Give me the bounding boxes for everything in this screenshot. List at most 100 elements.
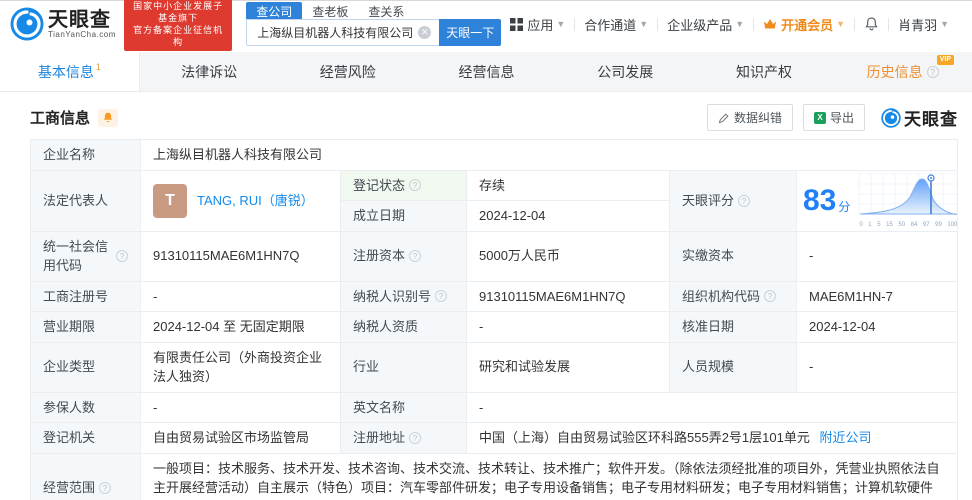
gov-certification-badge: 国家中小企业发展子基金旗下 官方备案企业征信机构 [124, 0, 232, 51]
excel-icon: X [814, 112, 826, 124]
tianyancha-logo[interactable]: 天眼查 TianYanCha.com [10, 7, 116, 41]
search-area: 查公司 查老板 查关系 ✕ 天眼一下 [246, 2, 501, 46]
table-row: 法定代表人 T TANG, RUI（唐锐） 登记状态? 存续 天眼评分? 83 … [31, 170, 958, 201]
field-label: 法定代表人 [31, 170, 141, 231]
score-distribution-chart: 01 515 5084 9799 100 [858, 173, 958, 229]
field-label: 成立日期 [341, 201, 467, 232]
reg-status-value: 存续 [467, 170, 670, 201]
logo-title: 天眼查 [48, 10, 116, 30]
nav-enterprise-products[interactable]: 企业级产品▼ [658, 15, 753, 34]
company-type-value: 有限责任公司（外商投资企业法人独资） [141, 342, 341, 392]
export-button[interactable]: X 导出 [803, 104, 865, 131]
chevron-down-icon: ▼ [735, 19, 744, 29]
crown-icon [763, 18, 777, 30]
score-cell[interactable]: 83 分 [797, 170, 958, 231]
help-icon[interactable]: ? [927, 66, 939, 78]
table-row: 参保人数 - 英文名称 - [31, 392, 958, 423]
field-label: 注册地址? [341, 423, 467, 454]
reg-address-cell: 中国（上海）自由贸易试验区环科路555弄2号1层101单元 附近公司 [467, 423, 958, 454]
field-label: 经营范围? [31, 453, 141, 500]
tab-business-info[interactable]: 经营信息 [417, 52, 556, 91]
nav-cooperation[interactable]: 合作通道▼ [575, 15, 657, 34]
legal-rep-cell: T TANG, RUI（唐锐） [141, 170, 341, 231]
business-scope-value: 一般项目：技术服务、技术开发、技术咨询、技术交流、技术转让、技术推广；软件开发。… [141, 453, 958, 500]
table-row: 登记机关 自由贸易试验区市场监管局 注册地址? 中国（上海）自由贸易试验区环科路… [31, 423, 958, 454]
help-icon[interactable]: ? [409, 432, 421, 444]
reg-authority-value: 自由贸易试验区市场监管局 [141, 423, 341, 454]
nav-open-vip[interactable]: 开通会员▼ [754, 15, 854, 34]
nearby-companies-link[interactable]: 附近公司 [819, 430, 871, 445]
top-header: 天眼查 TianYanCha.com 国家中小企业发展子基金旗下 官方备案企业征… [0, 1, 972, 47]
field-label: 纳税人识别号? [341, 281, 467, 312]
chevron-down-icon: ▼ [940, 19, 949, 29]
vip-badge: VIP [937, 55, 954, 65]
nav-user-account[interactable]: 肖青羽▼ [889, 15, 958, 34]
bell-icon [864, 16, 879, 32]
field-label: 行业 [341, 342, 467, 392]
tab-history-info[interactable]: VIP 历史信息? [833, 52, 972, 91]
nav-apps[interactable]: 应用▼ [501, 15, 574, 34]
help-icon[interactable]: ? [435, 290, 447, 302]
data-correction-button[interactable]: 数据纠错 [707, 104, 793, 131]
tab-company-development[interactable]: 公司发展 [556, 52, 695, 91]
paid-capital-value: - [797, 231, 958, 281]
legal-rep-link[interactable]: TANG, RUI（唐锐） [197, 191, 314, 211]
field-label: 英文名称 [341, 392, 467, 423]
table-row: 企业类型 有限责任公司（外商投资企业法人独资） 行业 研究和试验发展 人员规模 … [31, 342, 958, 392]
company-name-value: 上海纵目机器人科技有限公司 [141, 140, 958, 171]
search-tab-boss[interactable]: 查老板 [302, 2, 358, 19]
help-icon[interactable]: ? [99, 482, 111, 494]
notification-bell[interactable] [855, 16, 888, 32]
tab-business-risk[interactable]: 经营风险 [278, 52, 417, 91]
approval-date-value: 2024-12-04 [797, 312, 958, 343]
reg-number-value: - [141, 281, 341, 312]
help-icon[interactable]: ? [738, 195, 750, 207]
table-row: 统一社会信用代码? 91310115MAE6M1HN7Q 注册资本? 5000万… [31, 231, 958, 281]
avatar[interactable]: T [153, 184, 187, 218]
staff-size-value: - [797, 342, 958, 392]
edit-icon [718, 112, 730, 124]
reg-capital-value: 5000万人民币 [467, 231, 670, 281]
field-label: 登记状态? [341, 170, 467, 201]
field-label: 实缴资本 [670, 231, 797, 281]
search-tab-company[interactable]: 查公司 [246, 2, 302, 19]
field-label: 营业期限 [31, 312, 141, 343]
tab-basic-info[interactable]: 基本信息1 [0, 52, 140, 91]
field-label: 核准日期 [670, 312, 797, 343]
field-label: 参保人数 [31, 392, 141, 423]
establish-date-value: 2024-12-04 [467, 201, 670, 232]
score-axis-labels: 01 515 5084 9799 100 [858, 222, 958, 228]
help-icon[interactable]: ? [409, 250, 421, 262]
chevron-down-icon: ▼ [556, 19, 565, 29]
tianyancha-logo-icon [10, 7, 44, 41]
section-header: 工商信息 数据纠错 X 导出 天眼查 [30, 104, 958, 131]
field-label: 企业名称 [31, 140, 141, 171]
search-tab-relation[interactable]: 查关系 [358, 2, 414, 19]
insured-count-value: - [141, 392, 341, 423]
field-label: 工商注册号 [31, 281, 141, 312]
taxpayer-id-value: 91310115MAE6M1HN7Q [467, 281, 670, 312]
search-input[interactable] [246, 19, 440, 46]
field-label: 注册资本? [341, 231, 467, 281]
search-button[interactable]: 天眼一下 [439, 19, 501, 46]
help-icon[interactable]: ? [764, 290, 776, 302]
field-label: 企业类型 [31, 342, 141, 392]
brand-name: 天眼查 [904, 105, 958, 130]
score-value: 83 [803, 186, 836, 216]
apps-grid-icon [510, 18, 523, 31]
tab-intellectual-property[interactable]: 知识产权 [695, 52, 834, 91]
business-term-value: 2024-12-04 至 无固定期限 [141, 312, 341, 343]
section-title: 工商信息 [30, 107, 90, 128]
logo-subtitle: TianYanCha.com [48, 30, 116, 39]
taxpayer-quality-value: - [467, 312, 670, 343]
table-row: 营业期限 2024-12-04 至 无固定期限 纳税人资质 - 核准日期 202… [31, 312, 958, 343]
field-label: 天眼评分? [670, 170, 797, 231]
help-icon[interactable]: ? [409, 179, 421, 191]
help-icon[interactable]: ? [116, 250, 128, 262]
chevron-down-icon: ▼ [836, 19, 845, 29]
field-label: 人员规模 [670, 342, 797, 392]
org-code-value: MAE6M1HN-7 [797, 281, 958, 312]
monitor-bell-chip[interactable] [98, 109, 118, 127]
score-unit: 分 [838, 198, 850, 216]
tab-legal-proceedings[interactable]: 法律诉讼 [140, 52, 279, 91]
